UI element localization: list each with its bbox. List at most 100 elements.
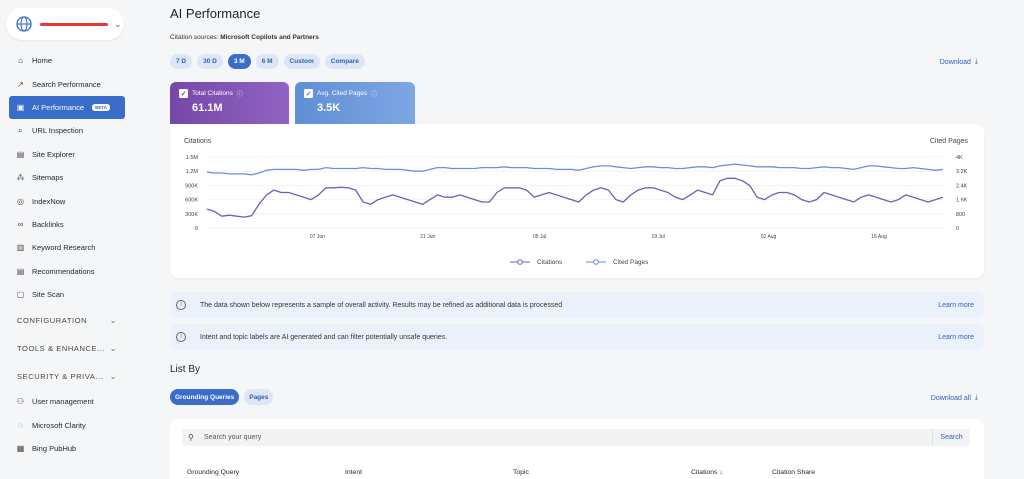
series-line-citations [206,177,944,218]
page-title: AI Performance [170,6,261,21]
metric-value: 61.1M [192,102,223,114]
sidebar-item-label: Keyword Research [32,243,96,253]
search-bar: ⚲ Search [182,429,970,446]
sidebar-item-label: Recommendations [32,266,95,276]
sidebar-item-site-explorer[interactable]: ▤ Site Explorer [9,143,125,166]
sidebar-item-bing-pubhub[interactable]: ▦ Bing PubHub [9,437,125,460]
search-icon: ⚲ [188,433,194,442]
sidebar-section-label: TOOLS & ENHANCE... [17,343,106,353]
keyword-icon: ▥ [16,243,25,253]
metric-avg-cited-pages[interactable]: ✓ Avg. Cited Pages ⓘ 3.5K [295,82,415,124]
download-label: Download [939,58,971,66]
download-icon: ⤓ [974,58,978,65]
left-tick-label: 1.2M [186,169,199,175]
sidebar-item-label: AI Performance [32,102,85,112]
left-tick-label: 1.5M [186,155,199,161]
clarity-icon: ◌ [18,420,23,430]
chevron-down-icon: ⌄ [109,371,117,381]
column-header-grounding-query[interactable]: Grounding Query [187,469,239,476]
column-header-citations[interactable]: Citations ↓ [691,469,723,476]
range-chip-3-m[interactable]: 3 M [227,54,251,69]
x-tick-label: 02 Aug [761,234,777,240]
right-tick-label: 4K [956,155,963,161]
metric-value: 3.5K [317,102,341,114]
sidebar-item-recommendations[interactable]: ▤ Recommendations [9,260,125,283]
learn-more-link[interactable]: Learn more [938,302,974,309]
checkbox-checked-icon[interactable]: ✓ [304,89,313,98]
column-header-intent[interactable]: Intent [345,469,362,476]
citations-line-chart: Citations Cited Pages 1.5M 4K 1.2M 3.2K 900K 2.… [184,138,969,266]
citation-sources: Citation sources: Microsoft Copilots and… [170,34,319,41]
info-icon[interactable]: ⓘ [371,89,377,98]
download-all-button[interactable]: Download all ⤓ [931,394,978,402]
checkbox-checked-icon[interactable]: ✓ [179,89,188,98]
column-header-topic[interactable]: Topic [513,469,529,476]
sample-data-banner: i The data shown below represents a samp… [170,292,984,318]
chart-card: Citations Cited Pages 1.5M 4K 1.2M 3.2K 900K 2.… [170,124,984,278]
range-chip-6-m[interactable]: 6 M [255,54,279,69]
scan-icon: ▢ [16,290,25,300]
chevron-down-icon: ⌄ [109,343,117,353]
sidebar-item-label: Bing PubHub [32,444,77,454]
sidebar-item-ai-performance[interactable]: ▣ AI Performance BETA [9,95,125,120]
range-chip-custom[interactable]: Custom [283,54,320,69]
right-tick-label: 3.2K [956,169,968,175]
range-chip-compare[interactable]: Compare [324,54,365,69]
metric-total-citations[interactable]: ✓ Total Citations ⓘ 61.1M [170,82,289,124]
sidebar-item-label: Backlinks [32,219,64,229]
legend-marker [593,259,599,265]
sidebar-item-microsoft-clarity[interactable]: ◌ Microsoft Clarity [9,414,125,437]
sidebar-item-indexnow[interactable]: ◎ IndexNow [9,189,125,212]
sidebar-section-tools-enhance[interactable]: TOOLS & ENHANCE... ⌄ [9,334,125,362]
right-tick-label: 800 [956,212,965,218]
sidebar-item-url-inspection[interactable]: ⌕ URL Inspection [9,119,125,142]
search-input[interactable] [204,434,934,441]
sitemap-icon: ⁂ [16,173,25,183]
sidebar-item-keyword-research[interactable]: ▥ Keyword Research [9,236,125,259]
banner-text: The data shown below represents a sample… [200,301,563,309]
search-button[interactable]: Search [932,429,970,446]
legend-label: Cited Pages [613,259,649,266]
range-chip-7-d[interactable]: 7 D [170,54,193,69]
left-tick-label: 900K [185,183,198,189]
sidebar-item-sitemaps[interactable]: ⁂ Sitemaps [9,166,125,189]
metric-label: Total Citations [192,90,233,97]
trend-icon: ↗ [17,79,24,89]
ai-labels-banner: i Intent and topic labels are AI generat… [170,324,984,350]
left-tick-label: 300K [185,212,198,218]
chevron-down-icon: ⌄ [109,315,117,325]
sidebar-item-user-management[interactable]: ⚇ User management [9,390,125,413]
sidebar-item-label: User management [32,397,94,407]
tab-pages[interactable]: Pages [244,389,274,405]
metric-label: Avg. Cited Pages [317,90,368,97]
sidebar-item-label: IndexNow [32,196,66,206]
sidebar-section-configuration[interactable]: CONFIGURATION ⌄ [9,306,125,334]
info-icon: i [176,300,186,310]
column-header-citation-share[interactable]: Citation Share [772,469,815,476]
search-icon: ⌕ [18,125,23,135]
legend-label: Citations [537,259,563,266]
sidebar-section-security-priva[interactable]: SECURITY & PRIVA... ⌄ [9,362,125,390]
left-tick-label: 0 [195,226,198,232]
sidebar-nav: ⌂ Home ↗ Search Performance ▣ AI Performance B… [9,49,125,460]
sidebar: ⌄ ⌂ Home ↗ Search Performance ▣ AI Performanc… [0,0,140,479]
pubhub-icon: ▦ [16,444,25,454]
right-axis-label: Cited Pages [930,138,969,145]
download-button[interactable]: Download ⤓ [940,58,978,66]
sidebar-item-label: Sitemaps [32,173,64,183]
x-tick-label: 19 Jul [651,234,664,240]
site-selector[interactable]: ⌄ [6,8,124,40]
sidebar-item-backlinks[interactable]: ∞ Backlinks [9,213,125,236]
tab-grounding-queries[interactable]: Grounding Queries [170,389,240,405]
sidebar-item-label: URL Inspection [32,126,83,136]
sidebar-item-site-scan[interactable]: ▢ Site Scan [9,283,125,306]
range-chip-30-d[interactable]: 30 D [197,54,223,69]
list-tabs: Grounding Queries Pages [170,389,274,405]
sidebar-item-home[interactable]: ⌂ Home [9,49,125,72]
sidebar-item-label: Microsoft Clarity [32,420,86,430]
learn-more-link[interactable]: Learn more [938,334,974,341]
redacted-site-name [40,22,108,26]
info-icon[interactable]: ⓘ [237,89,243,98]
right-tick-label: 2.4K [956,183,968,189]
sidebar-item-search-performance[interactable]: ↗ Search Performance [9,72,125,95]
